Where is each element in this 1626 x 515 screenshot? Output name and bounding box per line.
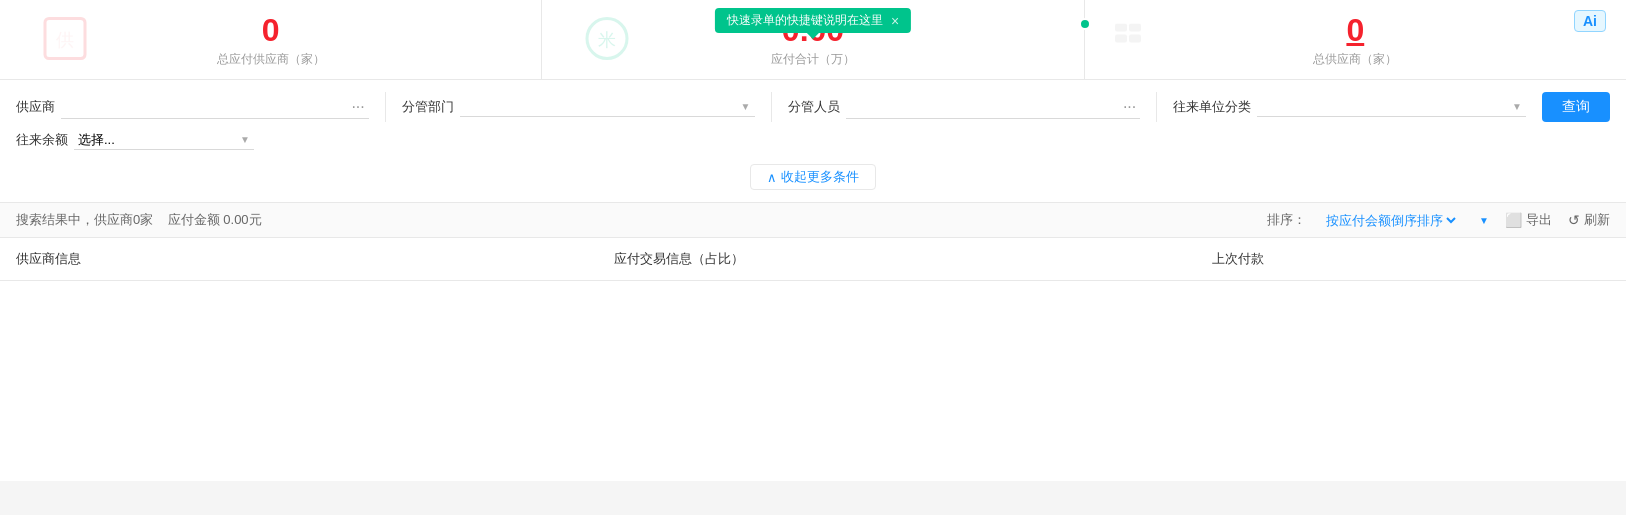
collapse-label: 收起更多条件 <box>781 168 859 186</box>
supplier-label: 供应商 <box>16 98 55 116</box>
payable-total-label: 应付合计（万） <box>771 51 855 68</box>
summary-item-payable-suppliers: 供 0 总应付供应商（家） <box>0 0 542 79</box>
result-actions: 排序： 按应付会额倒序排序 ▼ ⬜ 导出 ↺ 刷新 <box>1267 211 1610 229</box>
supplier-icon: 供 <box>40 13 90 66</box>
total-suppliers-label: 总供应商（家） <box>1313 51 1397 68</box>
export-icon: ⬜ <box>1505 212 1522 228</box>
filter-dept: 分管部门 ▼ <box>402 97 755 117</box>
payable-suppliers-number: 0 <box>262 11 280 49</box>
supplier-more-icon[interactable]: ··· <box>351 98 364 116</box>
balance-chevron-icon: ▼ <box>240 134 250 145</box>
category-chevron-icon: ▼ <box>1512 101 1522 112</box>
result-text: 搜索结果中，供应商0家 <box>16 212 153 227</box>
grid-icon <box>1115 23 1155 56</box>
collapse-row: ∧ 收起更多条件 <box>16 158 1610 194</box>
svg-rect-7 <box>1129 34 1141 42</box>
filter-person: 分管人员 ··· <box>788 96 1141 119</box>
supplier-input[interactable] <box>65 99 347 114</box>
export-button[interactable]: ⬜ 导出 <box>1505 211 1552 229</box>
svg-rect-4 <box>1115 23 1127 31</box>
result-bar: 搜索结果中，供应商0家 应付金额 0.00元 排序： 按应付会额倒序排序 ▼ ⬜… <box>0 203 1626 238</box>
result-amount: 应付金额 0.00元 <box>168 212 262 227</box>
table-body <box>0 281 1626 481</box>
dept-label: 分管部门 <box>402 98 454 116</box>
dept-select-wrap: ▼ <box>460 97 755 117</box>
table-col-last-payment: 上次付款 <box>1212 250 1611 268</box>
svg-rect-6 <box>1115 34 1127 42</box>
tooltip-close-icon[interactable]: × <box>891 13 899 29</box>
filter-supplier: 供应商 ··· <box>16 96 369 119</box>
ai-badge[interactable]: Ai <box>1574 10 1606 32</box>
svg-rect-5 <box>1129 23 1141 31</box>
query-button[interactable]: 查询 <box>1542 92 1610 122</box>
dept-chevron-icon: ▼ <box>741 101 751 112</box>
sort-select[interactable]: 按应付会额倒序排序 <box>1322 212 1459 229</box>
summary-item-payable-total: 米 快速录单的快捷键说明在这里 × 0.00 应付合计（万） <box>542 0 1084 79</box>
payable-suppliers-label: 总应付供应商（家） <box>217 51 325 68</box>
category-select-wrap: ▼ <box>1257 97 1526 117</box>
filter-row-2: 往来余额 选择... ▼ <box>16 130 1610 150</box>
total-suppliers-number: 0 <box>1346 11 1364 49</box>
balance-label: 往来余额 <box>16 131 68 149</box>
sort-label: 排序： <box>1267 211 1306 229</box>
summary-item-total-suppliers: Ai 0 总供应商（家） <box>1085 0 1626 79</box>
export-label: 导出 <box>1526 211 1552 229</box>
filter-bar: 供应商 ··· 分管部门 ▼ 分管人员 ··· <box>0 80 1626 203</box>
filter-balance: 往来余额 选择... ▼ <box>16 130 296 150</box>
filter-category: 往来单位分类 ▼ <box>1173 97 1526 117</box>
dept-select[interactable] <box>464 99 737 114</box>
balance-select-wrap: 选择... ▼ <box>74 130 254 150</box>
coin-icon: 米 <box>582 13 632 66</box>
divider-3 <box>1156 92 1157 122</box>
supplier-input-wrap: ··· <box>61 96 369 119</box>
table-header: 供应商信息 应付交易信息（占比） 上次付款 <box>0 238 1626 281</box>
balance-select[interactable]: 选择... <box>78 132 236 147</box>
refresh-icon: ↺ <box>1568 212 1580 228</box>
person-label: 分管人员 <box>788 98 840 116</box>
svg-text:供: 供 <box>56 29 74 49</box>
refresh-label: 刷新 <box>1584 211 1610 229</box>
svg-text:米: 米 <box>598 29 616 49</box>
person-more-icon[interactable]: ··· <box>1123 98 1136 116</box>
table-col-transaction-info: 应付交易信息（占比） <box>614 250 1212 268</box>
sort-chevron-icon: ▼ <box>1479 215 1489 226</box>
divider-2 <box>771 92 772 122</box>
divider-1 <box>385 92 386 122</box>
refresh-button[interactable]: ↺ 刷新 <box>1568 211 1610 229</box>
filter-row-1: 供应商 ··· 分管部门 ▼ 分管人员 ··· <box>16 92 1610 122</box>
collapse-up-icon: ∧ <box>767 170 777 185</box>
person-input[interactable] <box>850 99 1119 114</box>
tooltip-banner: 快速录单的快捷键说明在这里 × <box>715 8 911 33</box>
category-label: 往来单位分类 <box>1173 98 1251 116</box>
table-col-supplier-info: 供应商信息 <box>16 250 614 268</box>
category-select[interactable] <box>1261 99 1508 114</box>
person-input-wrap: ··· <box>846 96 1141 119</box>
tooltip-text: 快速录单的快捷键说明在这里 <box>727 12 883 29</box>
result-info: 搜索结果中，供应商0家 应付金额 0.00元 <box>16 211 262 229</box>
collapse-button[interactable]: ∧ 收起更多条件 <box>750 164 876 190</box>
tooltip-dot <box>1079 18 1091 30</box>
